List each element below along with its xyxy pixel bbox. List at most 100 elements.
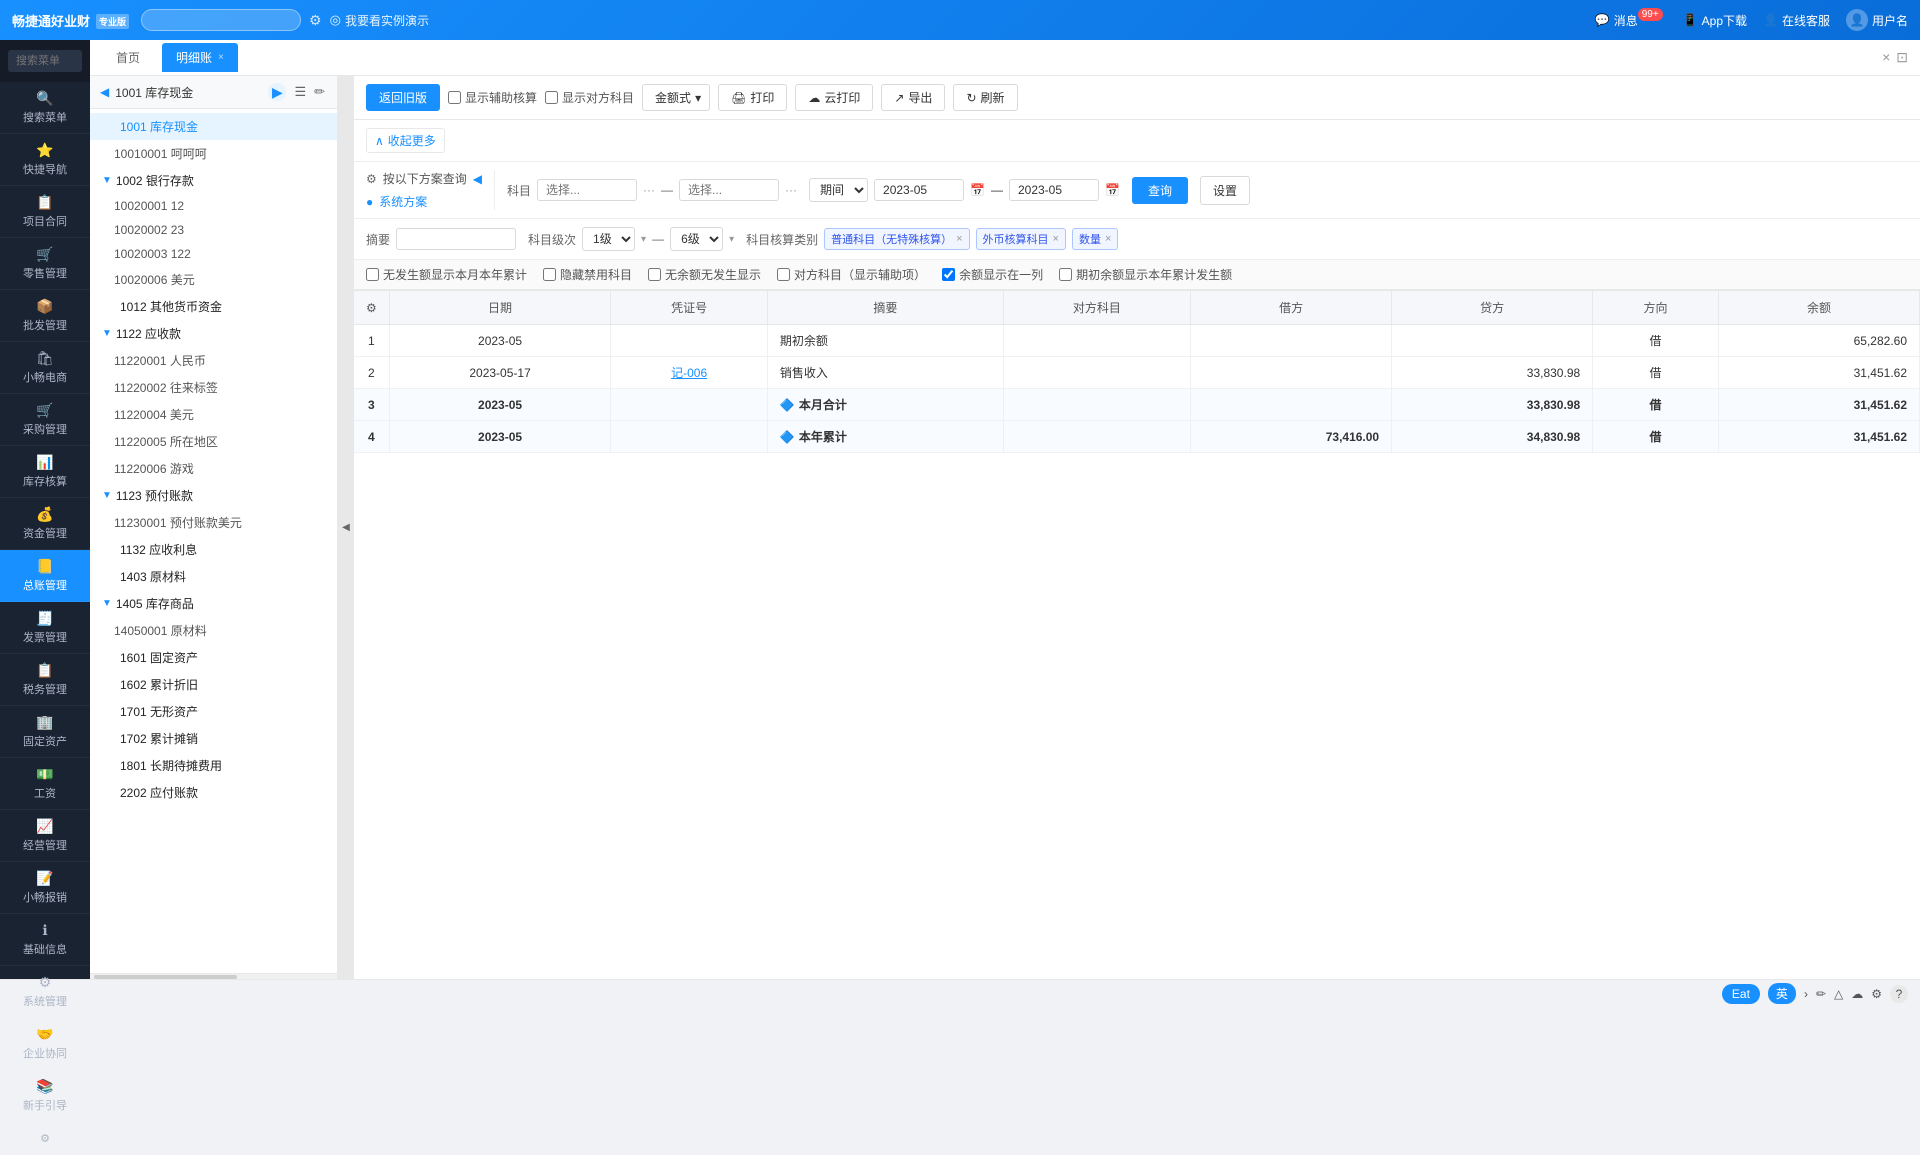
setting-detail-btn[interactable]: 设置 [1200, 176, 1250, 205]
status-help-icon[interactable]: ? [1890, 985, 1908, 1003]
sidebar-item-invoice[interactable]: 🧾发票管理 [0, 602, 90, 654]
amount-format-btn[interactable]: 金额式 ▾ [642, 84, 710, 111]
no-balance-zero-checkbox[interactable]: 无余额无发生显示 [648, 266, 761, 283]
sidebar-settings-btn[interactable]: ⚙ [0, 1122, 90, 1155]
tree-item-10020001[interactable]: 10020001 12 [90, 194, 337, 218]
sidebar-item-project[interactable]: 📋项目合同 [0, 186, 90, 238]
tree-item-1801[interactable]: 1801 长期待摊费用 [90, 752, 337, 779]
sidebar-item-shortcut[interactable]: ⭐快捷导航 [0, 134, 90, 186]
tree-item-14050001[interactable]: 14050001 原材料 [90, 617, 337, 644]
tree-item-11220005[interactable]: 11220005 所在地区 [90, 428, 337, 455]
subject-dots[interactable]: ··· [643, 183, 655, 197]
row-settings-2[interactable]: 3 [354, 389, 389, 421]
calendar-start-icon[interactable]: 📅 [970, 183, 985, 197]
tree-item-10020002[interactable]: 10020002 23 [90, 218, 337, 242]
subject-start-input[interactable] [537, 179, 637, 201]
tree-item-11220006[interactable]: 11220006 游戏 [90, 455, 337, 482]
print-btn[interactable]: 🖨 打印 [718, 84, 787, 111]
online-service-btn[interactable]: 👤 在线客服 [1763, 12, 1830, 29]
calendar-end-icon[interactable]: 📅 [1105, 183, 1120, 197]
period-end-input[interactable] [1009, 179, 1099, 201]
period-start-input[interactable] [874, 179, 964, 201]
scheme-settings-icon[interactable]: ⚙ [366, 172, 377, 186]
sidebar-item-guide[interactable]: 📚新手引导 [0, 1070, 90, 1122]
top-search-input[interactable] [141, 9, 301, 31]
sidebar-item-retail[interactable]: 🛒零售管理 [0, 238, 90, 290]
tree-item-11220004[interactable]: 11220004 美元 [90, 401, 337, 428]
row-settings-3[interactable]: 4 [354, 421, 389, 453]
sidebar-item-inventory[interactable]: 📊库存核算 [0, 446, 90, 498]
tab-home[interactable]: 首页 [102, 43, 154, 72]
sidebar-search-input[interactable] [8, 50, 82, 72]
calc-tag-3-close[interactable]: × [1105, 233, 1111, 245]
tree-list-icon[interactable]: ☰ [292, 82, 308, 102]
back-old-btn[interactable]: 返回旧版 [366, 84, 440, 111]
account-tree-scroll[interactable]: 1001 库存现金10010001 呵呵呵▼ 1002 银行存款10020001… [90, 109, 337, 973]
app-download-btn[interactable]: 📱 App下载 [1683, 12, 1747, 29]
sidebar-item-ecommerce[interactable]: 🛍小畅电商 [0, 342, 90, 394]
show-auxiliary-checkbox[interactable]: 显示辅助核算 [448, 89, 537, 106]
tree-item-1601[interactable]: 1601 固定资产 [90, 644, 337, 671]
scheme-collapse-icon[interactable]: ◀ [473, 172, 482, 186]
sidebar-item-accounting[interactable]: 📒总账管理 [0, 550, 90, 602]
period-mode-select[interactable]: 期间 [809, 178, 868, 202]
tree-item-2202[interactable]: 2202 应付账款 [90, 779, 337, 806]
balance-one-column-checkbox[interactable]: 余额显示在一列 [942, 266, 1043, 283]
status-edit-icon[interactable]: ✏ [1816, 987, 1826, 1001]
tree-item-1403[interactable]: 1403 原材料 [90, 563, 337, 590]
export-btn[interactable]: ↗ 导出 [881, 84, 945, 111]
summary-input[interactable] [396, 228, 516, 250]
nav-left-icon[interactable]: ◀ [100, 85, 109, 99]
row-settings-0[interactable]: 1 [354, 325, 389, 357]
tree-item-1132[interactable]: 1132 应收利息 [90, 536, 337, 563]
voucher-link[interactable]: 记-006 [671, 366, 707, 380]
level-end-select[interactable]: 6级 [670, 227, 723, 251]
tree-item-1602[interactable]: 1602 累计折旧 [90, 671, 337, 698]
th-settings[interactable]: ⚙ [354, 291, 389, 325]
sidebar-item-finance[interactable]: 💰资金管理 [0, 498, 90, 550]
sidebar-item-salary[interactable]: 💵工资 [0, 758, 90, 810]
tab-detail[interactable]: 明细账 × [162, 43, 238, 72]
show-counter-subject-checkbox[interactable]: 显示对方科目 [545, 89, 634, 106]
subject-end-dots[interactable]: ··· [785, 183, 797, 197]
tab-expand-icon[interactable]: ⊡ [1896, 49, 1908, 66]
sidebar-item-fixed[interactable]: 🏢固定资产 [0, 706, 90, 758]
hide-used-checkbox[interactable]: 隐藏禁用科目 [543, 266, 632, 283]
sidebar-item-purchase[interactable]: 🛒采购管理 [0, 394, 90, 446]
tab-close-icon[interactable]: × [1882, 49, 1890, 66]
status-cloud-icon2[interactable]: ☁ [1851, 987, 1863, 1001]
status-settings-icon[interactable]: ⚙ [1871, 987, 1882, 1001]
sidebar-item-operation[interactable]: 📈经营管理 [0, 810, 90, 862]
tree-item-1002[interactable]: ▼ 1002 银行存款 [90, 167, 337, 194]
eat-btn[interactable]: Eat [1722, 984, 1760, 1004]
tree-item-1702[interactable]: 1702 累计摊销 [90, 725, 337, 752]
initial-balance-checkbox[interactable]: 期初余额显示本年累计发生额 [1059, 266, 1232, 283]
tree-item-11220002[interactable]: 11220002 往来标签 [90, 374, 337, 401]
sidebar-item-basic[interactable]: ℹ基础信息 [0, 914, 90, 966]
tree-item-1012[interactable]: 1012 其他货币资金 [90, 293, 337, 320]
row-settings-1[interactable]: 2 [354, 357, 389, 389]
tree-item-1122[interactable]: ▼ 1122 应收款 [90, 320, 337, 347]
sidebar-item-wholesale[interactable]: 📦批发管理 [0, 290, 90, 342]
cloud-print-btn[interactable]: ☁ 云打印 [795, 84, 873, 111]
tree-item-1001[interactable]: 1001 库存现金 [90, 113, 337, 140]
user-avatar[interactable]: 👤 用户名 [1846, 9, 1908, 31]
refresh-btn[interactable]: ↻ 刷新 [953, 84, 1017, 111]
status-cloud-icon1[interactable]: △ [1834, 987, 1843, 1001]
counter-subject-checkbox[interactable]: 对方科目（显示辅助项） [777, 266, 926, 283]
expand-more-btn[interactable]: ∧ 收起更多 [366, 128, 445, 153]
subject-end-input[interactable] [679, 179, 779, 201]
settings-icon[interactable]: ⚙ [309, 12, 322, 29]
query-btn[interactable]: 查询 [1132, 177, 1188, 204]
tree-item-11230001[interactable]: 11230001 预付账款美元 [90, 509, 337, 536]
tree-item-10020006[interactable]: 10020006 美元 [90, 266, 337, 293]
tree-item-10020003[interactable]: 10020003 122 [90, 242, 337, 266]
tab-detail-close[interactable]: × [218, 52, 224, 63]
system-scheme-option[interactable]: ● 系统方案 [366, 193, 482, 210]
table-area[interactable]: ⚙ 日期 凭证号 摘要 对方科目 借方 贷方 方向 余额 [354, 291, 1920, 979]
demo-link[interactable]: ◎ 我要看实例演示 [330, 12, 429, 29]
sidebar-item-report[interactable]: 📝小畅报销 [0, 862, 90, 914]
side-collapse-btn[interactable]: ◀ [338, 76, 354, 979]
status-arrow-icon[interactable]: › [1804, 987, 1808, 1001]
no-balance-show-checkbox[interactable]: 无发生额显示本月本年累计 [366, 266, 527, 283]
